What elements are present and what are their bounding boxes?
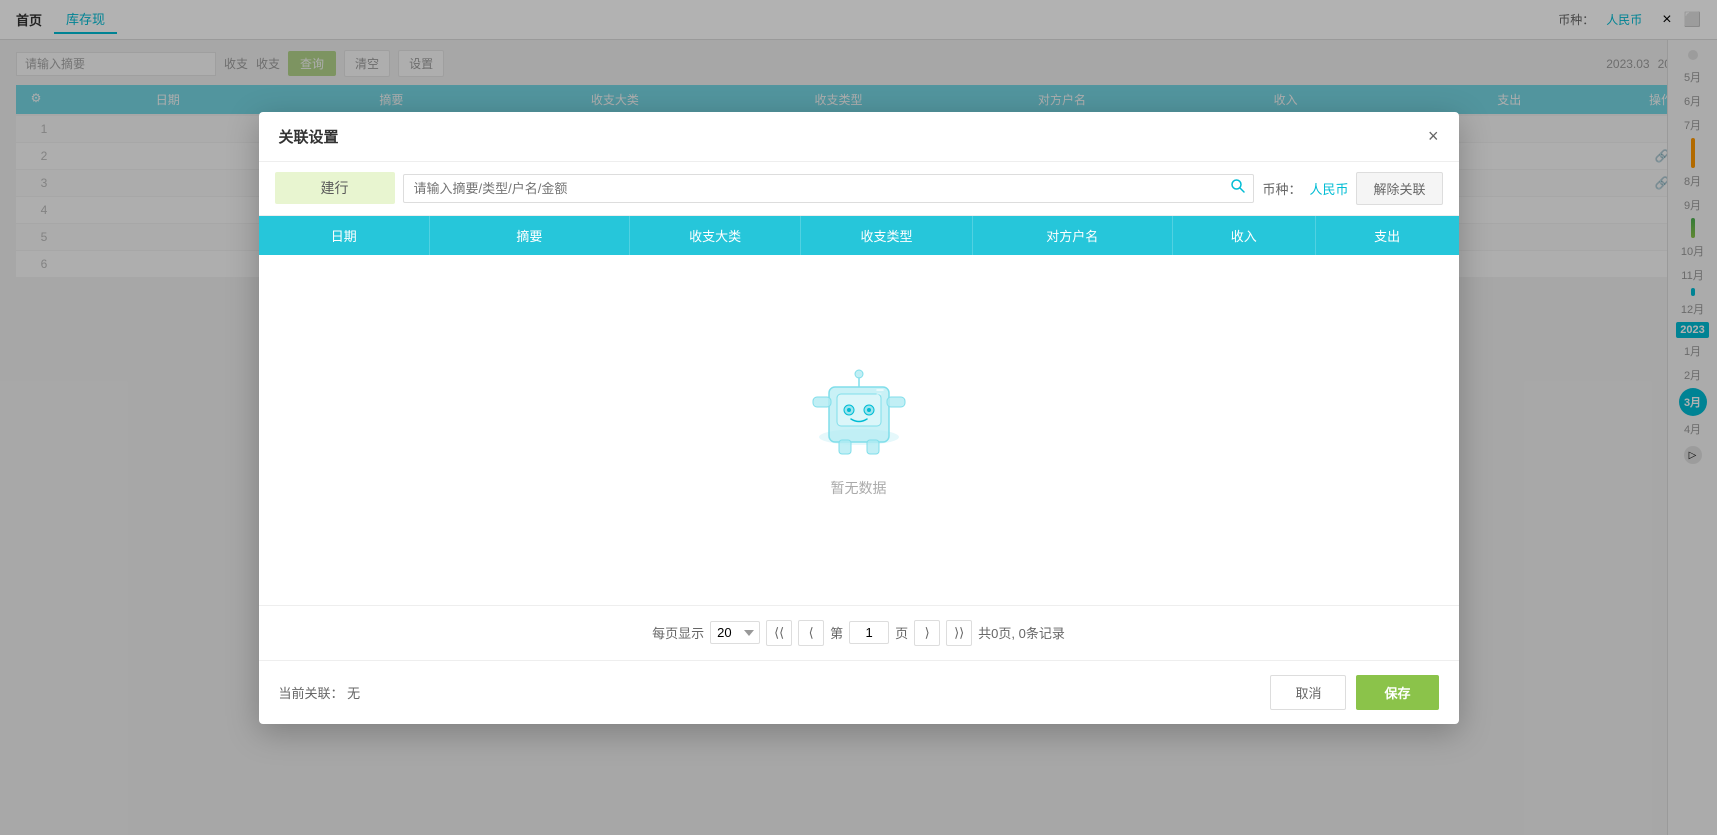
empty-state: 暂无数据 bbox=[799, 362, 919, 498]
modal-title: 关联设置 bbox=[279, 126, 339, 147]
page-number-input[interactable] bbox=[849, 621, 889, 644]
last-page-button[interactable]: ⟩⟩ bbox=[946, 620, 972, 646]
prev-page-button[interactable]: ⟨ bbox=[798, 620, 824, 646]
first-page-button[interactable]: ⟨⟨ bbox=[766, 620, 792, 646]
pagination-area: 每页显示 20 50 100 ⟨⟨ ⟨ 第 页 ⟩ ⟩⟩ 共0页, 0条记录 bbox=[259, 605, 1459, 660]
save-button[interactable]: 保存 bbox=[1356, 675, 1438, 710]
bank-tag: 建行 bbox=[275, 172, 395, 204]
table-header: 日期 摘要 收支大类 收支类型 对方户名 收入 支出 bbox=[259, 216, 1459, 255]
empty-illustration bbox=[799, 362, 919, 462]
next-page-button[interactable]: ⟩ bbox=[914, 620, 940, 646]
col-income: 收入 bbox=[1173, 216, 1316, 255]
modal-header: 关联设置 × bbox=[259, 112, 1459, 162]
modal-close-button[interactable]: × bbox=[1428, 127, 1439, 145]
search-box bbox=[403, 174, 1255, 203]
page-label: 第 bbox=[830, 623, 843, 642]
current-link-value: 无 bbox=[347, 686, 360, 701]
search-button[interactable] bbox=[1230, 178, 1246, 199]
search-input[interactable] bbox=[403, 174, 1255, 203]
currency-value: 人民币 bbox=[1309, 179, 1348, 198]
col-counterparty: 对方户名 bbox=[973, 216, 1173, 255]
current-link-info: 当前关联： 无 bbox=[279, 683, 361, 702]
current-link-label: 当前关联： bbox=[279, 686, 344, 701]
unlink-button[interactable]: 解除关联 bbox=[1356, 172, 1442, 205]
table-body: 暂无数据 bbox=[259, 255, 1459, 605]
modal-footer: 当前关联： 无 取消 保存 bbox=[259, 660, 1459, 724]
modal-toolbar: 建行 币种： 人民币 解除关联 bbox=[259, 162, 1459, 216]
currency-label: 币种： bbox=[1262, 179, 1301, 198]
col-summary: 摘要 bbox=[430, 216, 630, 255]
footer-buttons: 取消 保存 bbox=[1270, 675, 1438, 710]
col-date: 日期 bbox=[259, 216, 430, 255]
cancel-button[interactable]: 取消 bbox=[1270, 675, 1346, 710]
page-size-select[interactable]: 20 50 100 bbox=[710, 621, 760, 644]
modal-dialog: 关联设置 × 建行 币种： 人民币 解除关联 日期 摘要 收支 bbox=[259, 112, 1459, 724]
col-type: 收支类型 bbox=[801, 216, 972, 255]
page-size-label: 每页显示 bbox=[652, 623, 704, 642]
col-expense: 支出 bbox=[1316, 216, 1459, 255]
empty-text: 暂无数据 bbox=[831, 478, 887, 498]
total-info: 共0页, 0条记录 bbox=[978, 623, 1065, 642]
page-suffix: 页 bbox=[895, 623, 908, 642]
col-category: 收支大类 bbox=[630, 216, 801, 255]
modal-overlay: 关联设置 × 建行 币种： 人民币 解除关联 日期 摘要 收支 bbox=[0, 0, 1717, 835]
